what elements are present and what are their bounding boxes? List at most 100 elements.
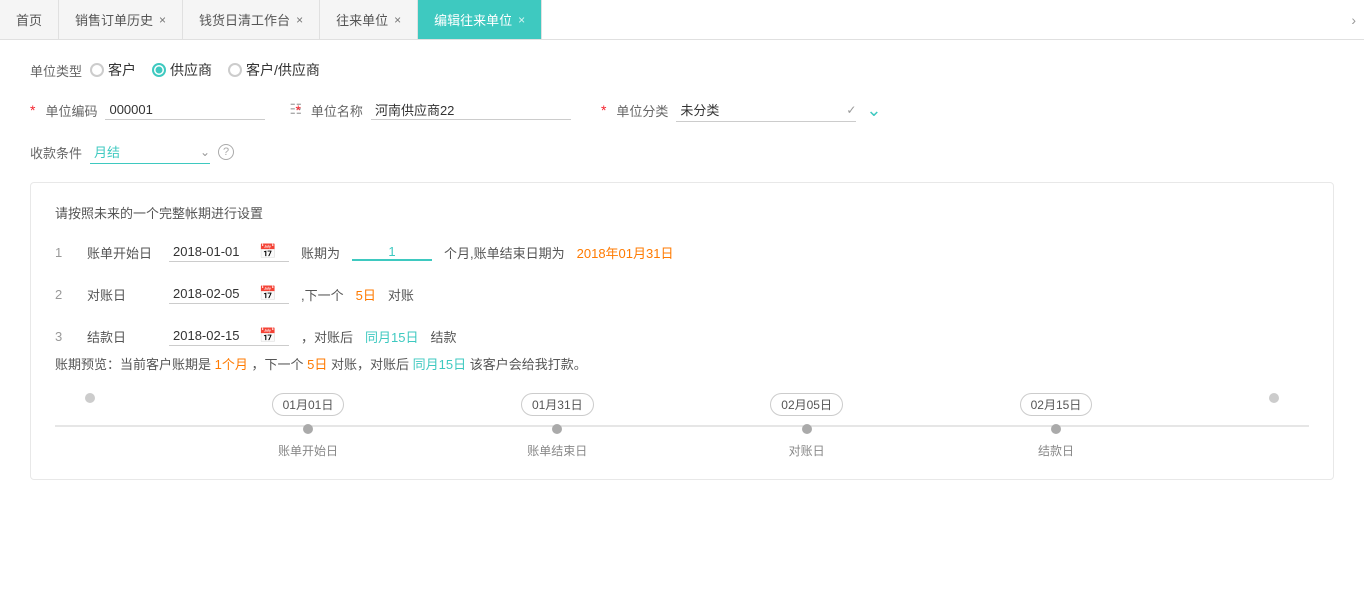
tab-partner-close[interactable]: × bbox=[394, 13, 401, 27]
timeline-dot-3 bbox=[802, 424, 812, 434]
timeline-points: 01月01日 账单开始日 01月31日 账单结束日 02月05日 对账 bbox=[85, 393, 1279, 459]
data-row-3: 3 结款日 📅 ，对账后 同月15日 结款 bbox=[55, 326, 1309, 346]
payment-terms-label: 收款条件 bbox=[30, 143, 82, 162]
timeline-dot-1 bbox=[303, 424, 313, 434]
unit-name-input[interactable] bbox=[371, 100, 571, 120]
radio-both[interactable]: 客户/供应商 bbox=[228, 60, 320, 80]
timeline-label-4: 结款日 bbox=[1038, 442, 1074, 459]
tab-sales-order-close[interactable]: × bbox=[159, 13, 166, 27]
unit-name-star: * bbox=[295, 102, 300, 118]
row-3-desc-before: ，对账后 bbox=[301, 327, 353, 346]
tab-cashier-close[interactable]: × bbox=[296, 13, 303, 27]
row-2-desc-after: 对账 bbox=[388, 285, 414, 304]
tab-partner[interactable]: 往来单位 × bbox=[320, 0, 418, 39]
row-2-date-wrap: 📅 bbox=[169, 284, 289, 304]
timeline-badge-1: 01月01日 bbox=[272, 393, 345, 416]
unit-category-label: 单位分类 bbox=[616, 101, 668, 120]
tab-cashier-label: 钱货日清工作台 bbox=[199, 10, 290, 29]
timeline-point-2: 01月31日 账单结束日 bbox=[521, 393, 594, 459]
field-payment-terms: 收款条件 月结 ⌄ ? bbox=[30, 140, 234, 164]
preview-section: 账期预览：当前客户账期是 1个月 ，下一个 5日 对账，对账后 同月15日 该客… bbox=[55, 354, 1309, 459]
tab-scroll-right[interactable]: › bbox=[1343, 0, 1364, 39]
field-unit-name: * 单位名称 bbox=[295, 100, 570, 120]
timeline-point-4: 02月15日 结款日 bbox=[1020, 393, 1093, 459]
field-unit-type: 单位类型 客户 供应商 客户/供应商 bbox=[30, 60, 320, 80]
unit-category-chevron: ✓ bbox=[846, 103, 856, 117]
tab-sales-order-label: 销售订单历史 bbox=[75, 10, 153, 29]
card-title: 请按照未来的一个完整帐期进行设置 bbox=[55, 203, 1309, 222]
row-1-num: 1 bbox=[55, 245, 75, 260]
row-1-date-input[interactable] bbox=[169, 242, 259, 261]
tab-partner-label: 往来单位 bbox=[336, 10, 388, 29]
preview-part3: 同月15日 bbox=[413, 357, 466, 372]
data-row-1: 1 账单开始日 📅 账期为 个月,账单结束日期为 2018年01月31日 bbox=[55, 242, 1309, 262]
payment-terms-select[interactable]: 月结 ⌄ bbox=[90, 140, 210, 164]
radio-both-circle bbox=[228, 63, 242, 77]
radio-supplier[interactable]: 供应商 bbox=[152, 60, 212, 80]
tab-sales-order[interactable]: 销售订单历史 × bbox=[59, 0, 183, 39]
unit-code-input[interactable]: 000001 bbox=[105, 100, 289, 119]
field-unit-code: * 单位编码 000001 ☷ bbox=[30, 100, 265, 120]
unit-code-label: 单位编码 bbox=[45, 101, 97, 120]
timeline-badge-4: 02月15日 bbox=[1020, 393, 1093, 416]
payment-terms-chevron: ⌄ bbox=[200, 145, 210, 159]
timeline-end-circle bbox=[1269, 393, 1279, 403]
row-3-cal-icon[interactable]: 📅 bbox=[259, 327, 276, 344]
unit-code-input-wrap: 000001 ☷ bbox=[105, 100, 265, 120]
unit-category-select[interactable]: 未分类 ✓ bbox=[676, 98, 856, 122]
tab-cashier[interactable]: 钱货日清工作台 × bbox=[183, 0, 320, 39]
radio-customer-circle bbox=[90, 63, 104, 77]
field-unit-category: * 单位分类 未分类 ✓ ⌄ bbox=[601, 98, 882, 122]
row-1-cal-icon[interactable]: 📅 bbox=[259, 243, 276, 260]
settings-card: 请按照未来的一个完整帐期进行设置 1 账单开始日 📅 账期为 个月,账单结束日期… bbox=[30, 182, 1334, 480]
radio-both-label: 客户/供应商 bbox=[246, 60, 320, 80]
row-1-label: 账单开始日 bbox=[87, 243, 157, 262]
row-2-cal-icon[interactable]: 📅 bbox=[259, 285, 276, 302]
preview-label: 账期预览：当前客户账期是 bbox=[55, 357, 211, 372]
preview-sep2: 对账，对账后 bbox=[331, 357, 409, 372]
unit-type-label: 单位类型 bbox=[30, 61, 82, 80]
timeline-dot-4 bbox=[1051, 424, 1061, 434]
row-2-label: 对账日 bbox=[87, 285, 157, 304]
form-row-codes: * 单位编码 000001 ☷ * 单位名称 * 单位分类 未分类 ✓ ⌄ bbox=[30, 98, 1334, 122]
unit-category-star: * bbox=[601, 102, 606, 118]
row-1-desc-before: 账期为 bbox=[301, 243, 340, 262]
tab-edit-partner-close[interactable]: × bbox=[518, 13, 525, 27]
row-2-desc-before: ,下一个 bbox=[301, 285, 344, 304]
timeline-end-dot bbox=[1269, 393, 1279, 459]
timeline: 01月01日 账单开始日 01月31日 账单结束日 02月05日 对账 bbox=[55, 393, 1309, 459]
row-2-date-input[interactable] bbox=[169, 284, 259, 303]
row-3-date-input[interactable] bbox=[169, 326, 259, 345]
preview-text: 账期预览：当前客户账期是 1个月 ，下一个 5日 对账，对账后 同月15日 该客… bbox=[55, 354, 1309, 373]
timeline-dot-2 bbox=[552, 424, 562, 434]
content-area: 单位类型 客户 供应商 客户/供应商 * 单位编码 bbox=[0, 40, 1364, 608]
tab-edit-partner[interactable]: 编辑往来单位 × bbox=[418, 0, 542, 39]
row-1-date-wrap: 📅 bbox=[169, 242, 289, 262]
tab-bar: 首页 销售订单历史 × 钱货日清工作台 × 往来单位 × 编辑往来单位 × › bbox=[0, 0, 1364, 40]
timeline-badge-2: 01月31日 bbox=[521, 393, 594, 416]
row-1-desc-after: 个月,账单结束日期为 bbox=[444, 243, 565, 262]
preview-part2: 5日 bbox=[307, 357, 327, 372]
radio-customer[interactable]: 客户 bbox=[90, 60, 136, 80]
tab-edit-partner-label: 编辑往来单位 bbox=[434, 10, 512, 29]
timeline-badge-3: 02月05日 bbox=[770, 393, 843, 416]
radio-group-unit-type: 客户 供应商 客户/供应商 bbox=[90, 60, 320, 80]
payment-help-icon[interactable]: ? bbox=[218, 144, 234, 160]
row-3-date-wrap: 📅 bbox=[169, 326, 289, 346]
row-1-highlight: 2018年01月31日 bbox=[577, 243, 674, 262]
unit-code-star: * bbox=[30, 102, 35, 118]
tab-home[interactable]: 首页 bbox=[0, 0, 59, 39]
timeline-point-1: 01月01日 账单开始日 bbox=[272, 393, 345, 459]
tab-home-label: 首页 bbox=[16, 10, 42, 29]
timeline-start-circle bbox=[85, 393, 95, 403]
form-row-unit-type: 单位类型 客户 供应商 客户/供应商 bbox=[30, 60, 1334, 80]
row-2-highlight: 5日 bbox=[356, 285, 376, 304]
row-3-label: 结款日 bbox=[87, 327, 157, 346]
row-2-num: 2 bbox=[55, 287, 75, 302]
row-3-desc-after: 结款 bbox=[430, 327, 456, 346]
row-3-num: 3 bbox=[55, 329, 75, 344]
preview-suffix: 该客户会给我打款。 bbox=[470, 357, 587, 372]
preview-sep1: ，下一个 bbox=[252, 357, 304, 372]
radio-customer-label: 客户 bbox=[108, 60, 136, 80]
row-1-period-input[interactable] bbox=[352, 244, 432, 261]
